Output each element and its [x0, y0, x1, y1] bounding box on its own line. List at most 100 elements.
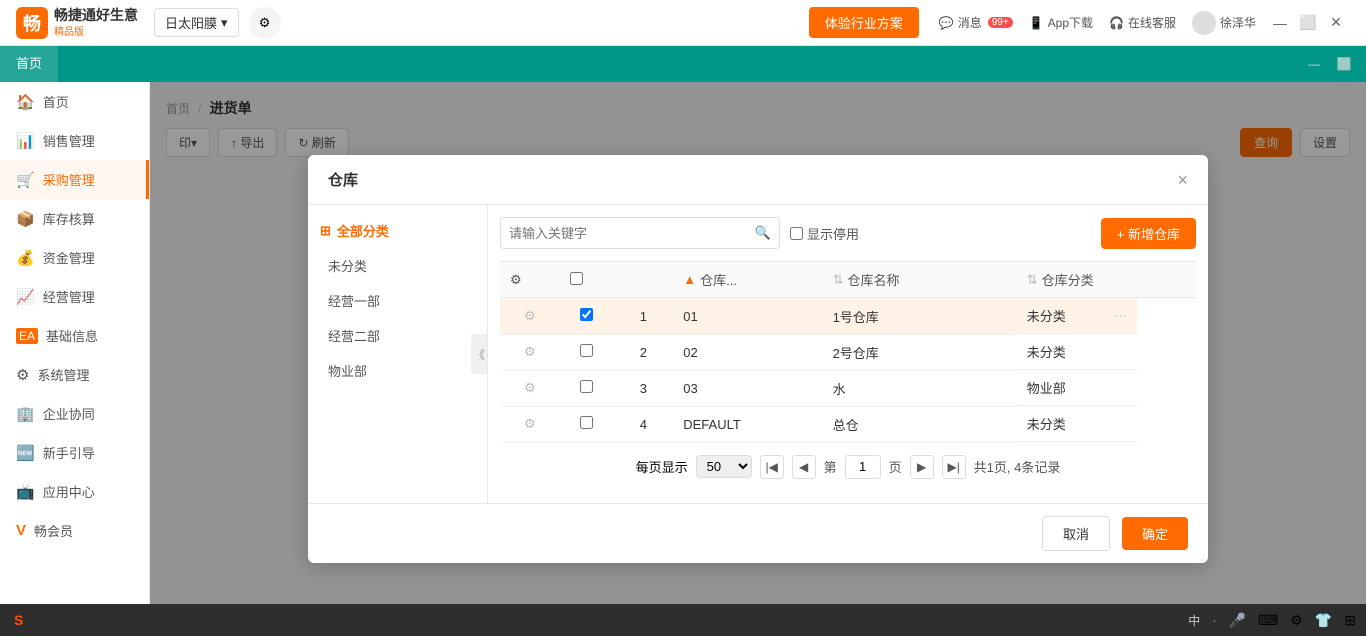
app-center-icon: 📺	[16, 483, 35, 501]
row-checkbox[interactable]	[580, 344, 593, 357]
page-label: 第	[824, 457, 837, 476]
row-more-button[interactable]: ···	[1114, 308, 1127, 323]
taskbar-extra[interactable]: ⊞	[1344, 612, 1356, 629]
category-item-property[interactable]: 物业部	[308, 353, 487, 388]
first-page-button[interactable]: |◀	[760, 455, 784, 479]
sidebar-item-operations[interactable]: 📈 经营管理	[0, 277, 149, 316]
table-row[interactable]: ⚙ 4 DEFAULT 总仓 未分类	[500, 406, 1196, 442]
taskbar-settings[interactable]: ⚙	[1290, 612, 1303, 629]
category-collapse-button[interactable]: 《	[471, 334, 487, 374]
show-disabled-checkbox[interactable]	[790, 227, 803, 240]
row-gear-icon[interactable]: ⚙	[524, 380, 536, 395]
maximize-button[interactable]: ⬜	[1294, 9, 1322, 37]
show-disabled-label[interactable]: 显示停用	[790, 224, 859, 243]
close-window-button[interactable]: ✕	[1322, 9, 1350, 37]
th-check	[560, 262, 614, 298]
sidebar: 🏠 首页 📊 销售管理 🛒 采购管理 📦 库存核算 💰 资金管理 📈 经营管理 …	[0, 82, 150, 636]
table-row[interactable]: ⚙ 2 02 2号仓库 未分类	[500, 334, 1196, 370]
sidebar-label-sales: 销售管理	[43, 131, 95, 150]
search-input[interactable]	[509, 226, 755, 241]
online-service-label: 在线客服	[1128, 14, 1176, 31]
header-right: 💬 消息 99+ 📱 App下载 🎧 在线客服 徐泽华	[939, 11, 1256, 35]
row-checkbox[interactable]	[580, 380, 593, 393]
table-container: ⚙ ▲	[500, 261, 1196, 443]
th-category[interactable]: ⇅ 仓库分类	[1017, 262, 1196, 298]
th-name-label: 仓库名称	[847, 270, 899, 289]
th-code[interactable]: ▲ 仓库...	[673, 262, 822, 298]
trial-button[interactable]: 体验行业方案	[809, 7, 919, 38]
taskbar-shirt[interactable]: 👕	[1315, 612, 1332, 629]
store-name: 日太阳膜	[165, 13, 217, 32]
category-item-dept2[interactable]: 经营二部	[308, 318, 487, 353]
main-layout: 🏠 首页 📊 销售管理 🛒 采购管理 📦 库存核算 💰 资金管理 📈 经营管理 …	[0, 82, 1366, 636]
modal-overlay: 仓库 × ⊞ 全部分类 未分类 经营一部 经营二部 物业部	[150, 82, 1366, 636]
sidebar-item-app-center[interactable]: 📺 应用中心	[0, 472, 149, 511]
page-size-label: 每页显示	[636, 457, 688, 476]
new-warehouse-button[interactable]: + 新增仓库	[1101, 218, 1196, 249]
confirm-button[interactable]: 确定	[1122, 517, 1188, 550]
system-icon: ⚙	[16, 366, 29, 384]
th-category-label: 仓库分类	[1042, 270, 1094, 289]
taskbar-logo: S	[14, 612, 23, 628]
row-checkbox[interactable]	[580, 308, 593, 321]
sidebar-item-basic-info[interactable]: EA 基础信息	[0, 316, 149, 355]
modal-close-button[interactable]: ×	[1177, 171, 1188, 189]
category-all-item[interactable]: ⊞ 全部分类	[308, 213, 487, 248]
finance-icon: 💰	[16, 249, 35, 267]
online-service-btn[interactable]: 🎧 在线客服	[1109, 14, 1176, 31]
category-panel: ⊞ 全部分类 未分类 经营一部 经营二部 物业部 《	[308, 205, 488, 503]
page-size-select[interactable]: 50 10 20 100	[696, 455, 752, 478]
page-number-input[interactable]	[845, 455, 881, 479]
sidebar-label-guide: 新手引导	[43, 443, 95, 462]
sidebar-item-enterprise[interactable]: 🏢 企业协同	[0, 394, 149, 433]
notification-badge: 99+	[988, 17, 1013, 28]
settings-button[interactable]: ⚙	[249, 7, 281, 39]
last-page-button[interactable]: ▶|	[942, 455, 966, 479]
user-profile[interactable]: 徐泽华	[1192, 11, 1256, 35]
sidebar-item-member[interactable]: V 畅会员	[0, 511, 149, 550]
select-all-checkbox[interactable]	[570, 272, 583, 285]
search-icon[interactable]: 🔍	[755, 225, 771, 241]
taskbar-zh[interactable]: 中	[1188, 612, 1200, 629]
operations-icon: 📈	[16, 288, 35, 306]
sidebar-item-system[interactable]: ⚙ 系统管理	[0, 355, 149, 394]
sidebar-item-home[interactable]: 🏠 首页	[0, 82, 149, 121]
next-page-button[interactable]: ▶	[910, 455, 934, 479]
taskbar-dot: ·	[1212, 613, 1216, 628]
minimize-button[interactable]: —	[1266, 9, 1294, 37]
sidebar-item-purchase[interactable]: 🛒 采购管理	[0, 160, 149, 199]
category-item-dept1[interactable]: 经营一部	[308, 283, 487, 318]
sidebar-item-sales[interactable]: 📊 销售管理	[0, 121, 149, 160]
basic-info-icon: EA	[16, 328, 38, 344]
headset-icon: 🎧	[1109, 16, 1124, 30]
pagination: 每页显示 50 10 20 100 |◀ ◀ 第 页	[500, 443, 1196, 491]
notification-label: 消息	[958, 14, 982, 31]
row-gear-icon[interactable]: ⚙	[524, 344, 536, 359]
table-panel: 🔍 显示停用 + 新增仓库	[488, 205, 1208, 503]
tab-home[interactable]: 首页	[0, 46, 58, 82]
table-row[interactable]: ⚙ 1 01 1号仓库 未分类 ···	[500, 298, 1196, 335]
table-row[interactable]: ⚙ 3 03 水 物业部	[500, 370, 1196, 406]
nav-minimize-button[interactable]: —	[1300, 50, 1328, 78]
sidebar-label-inventory: 库存核算	[43, 209, 95, 228]
cancel-button[interactable]: 取消	[1042, 516, 1110, 551]
notification-btn[interactable]: 💬 消息 99+	[939, 14, 1013, 31]
app-download-btn[interactable]: 📱 App下载	[1029, 14, 1093, 31]
category-item-unclassified[interactable]: 未分类	[308, 248, 487, 283]
row-gear-icon[interactable]: ⚙	[524, 308, 536, 323]
store-selector[interactable]: 日太阳膜 ▾	[154, 8, 239, 37]
sidebar-item-guide[interactable]: 🆕 新手引导	[0, 433, 149, 472]
prev-page-button[interactable]: ◀	[792, 455, 816, 479]
notification-icon: 💬	[939, 16, 954, 30]
taskbar-keyboard[interactable]: ⌨	[1258, 612, 1278, 629]
sidebar-item-finance[interactable]: 💰 资金管理	[0, 238, 149, 277]
row-gear-icon[interactable]: ⚙	[524, 416, 536, 431]
table-body: ⚙ 1 01 1号仓库 未分类 ··· ⚙ 2 02 2号仓库 未分类	[500, 298, 1196, 443]
nav-restore-button[interactable]: ⬜	[1330, 50, 1358, 78]
row-checkbox[interactable]	[580, 416, 593, 429]
taskbar-mic[interactable]: 🎤	[1229, 612, 1246, 629]
modal-footer: 取消 确定	[308, 503, 1208, 563]
th-name[interactable]: ⇅ 仓库名称	[823, 262, 1017, 298]
gear-col-icon[interactable]: ⚙	[510, 272, 522, 287]
sidebar-item-inventory[interactable]: 📦 库存核算	[0, 199, 149, 238]
